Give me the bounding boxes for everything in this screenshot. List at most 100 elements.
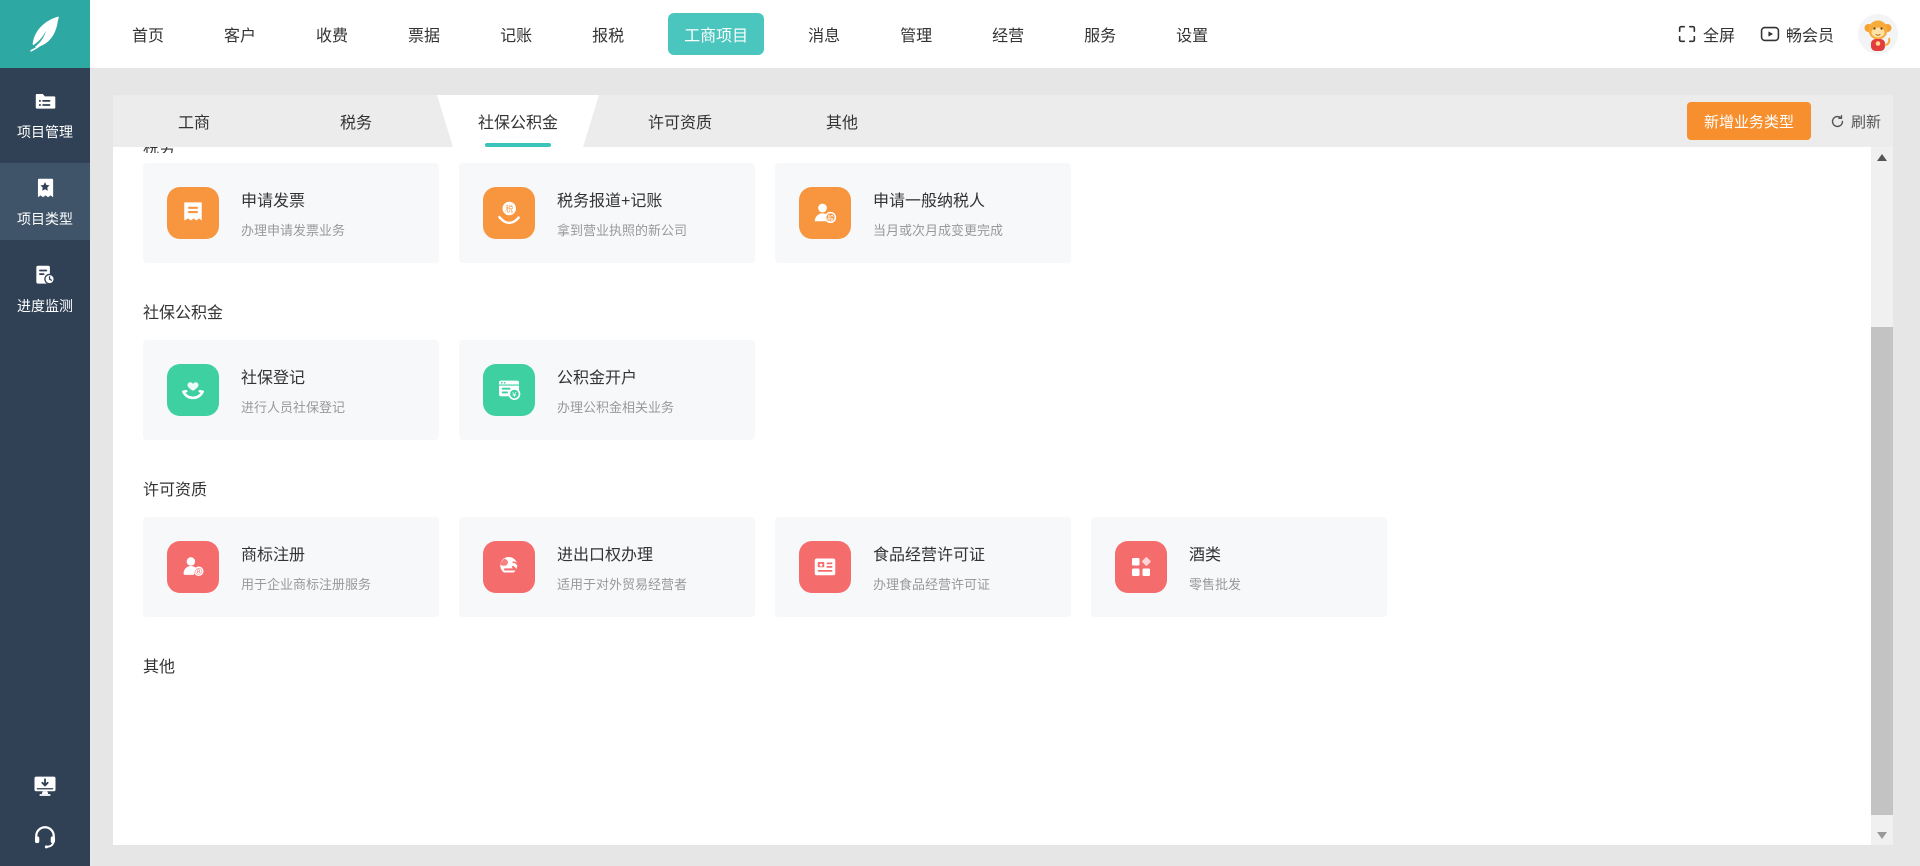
tab[interactable]: 其他	[761, 95, 923, 147]
housing-fund-icon: ¥	[483, 364, 535, 416]
card-title: 申请一般纳税人	[873, 193, 986, 210]
nav-item[interactable]: 服务	[1068, 13, 1132, 55]
fullscreen-button[interactable]: 全屏	[1676, 22, 1735, 46]
svg-text:税: 税	[505, 204, 513, 214]
section: 税务 申请发票 办理申请发票业务 税 税务报道+记账 拿到营业执照的新公司 般 …	[143, 147, 1893, 263]
card-title: 税务报道+记账	[557, 193, 663, 210]
general-taxpayer-icon: 般	[799, 187, 851, 239]
nav-item-label: 管理	[900, 28, 933, 45]
scroll-up-arrow[interactable]	[1871, 147, 1893, 167]
nav-item-label: 票据	[408, 28, 441, 45]
nav-item-label: 消息	[808, 28, 841, 45]
member-label: 畅会员	[1785, 28, 1834, 45]
card-desc: 零售批发	[1189, 577, 1242, 592]
nav-item[interactable]: 报税	[576, 13, 640, 55]
service-card[interactable]: 食品经营许可证 办理食品经营许可证	[775, 517, 1071, 617]
main-nav: 首页 客户 收费 票据 记账 报税 工商项目 消息 管理 经营 服务 设置	[102, 13, 1238, 55]
tab[interactable]: 社保公积金	[437, 95, 599, 147]
member-button[interactable]: 畅会员	[1759, 22, 1834, 46]
service-card[interactable]: ¥ 公积金开户 办理公积金相关业务	[459, 340, 755, 440]
customer-service-icon[interactable]	[31, 822, 59, 850]
app-logo[interactable]	[0, 0, 90, 68]
tab[interactable]: 税务	[275, 95, 437, 147]
nav-item-label: 经营	[992, 28, 1025, 45]
scroll-thumb[interactable]	[1871, 327, 1893, 815]
liquor-icon	[1115, 541, 1167, 593]
nav-item[interactable]: 工商项目	[668, 13, 765, 55]
nav-item-label: 客户	[224, 28, 257, 45]
refresh-icon	[1829, 113, 1846, 130]
card-desc: 拿到营业执照的新公司	[557, 223, 688, 238]
project-type-icon	[32, 175, 58, 201]
client-download-icon[interactable]	[31, 772, 59, 800]
tab[interactable]: 工商	[113, 95, 275, 147]
trademark-icon: ®	[167, 541, 219, 593]
sidebar-bottom-icons	[0, 772, 90, 850]
invoice-icon	[167, 187, 219, 239]
progress-monitor-icon	[32, 262, 58, 288]
section: 许可资质 ® 商标注册 用于企业商标注册服务 进出口权办理 适用于对外贸易经营者…	[143, 476, 1893, 617]
tab-label: 社保公积金	[477, 115, 558, 132]
nav-item[interactable]: 管理	[884, 13, 948, 55]
tab-bar: 工商 税务 社保公积金 许可资质 其他 新增业务类型 刷新	[113, 95, 1893, 147]
tab[interactable]: 许可资质	[599, 95, 761, 147]
tab-label: 税务	[339, 115, 372, 132]
tax-register-icon: 税	[483, 187, 535, 239]
add-business-type-button[interactable]: 新增业务类型	[1686, 102, 1811, 140]
nav-item[interactable]: 设置	[1160, 13, 1224, 55]
refresh-button[interactable]: 刷新	[1829, 111, 1881, 132]
content-panel: 工商税务社保公积金许可资质其他 新增业务类型 刷新 税务 申请发票 办理申请发票…	[113, 95, 1893, 845]
sidebar-item-label: 项目类型	[17, 210, 73, 227]
nav-item-label: 服务	[1084, 28, 1117, 45]
nav-item[interactable]: 经营	[976, 13, 1040, 55]
avatar[interactable]	[1858, 14, 1898, 54]
nav-item-label: 工商项目	[684, 28, 749, 45]
nav-item[interactable]: 首页	[116, 13, 180, 55]
card-desc: 办理食品经营许可证	[873, 577, 991, 592]
service-card[interactable]: 税 税务报道+记账 拿到营业执照的新公司	[459, 163, 755, 263]
card-title: 食品经营许可证	[873, 547, 986, 564]
nav-item[interactable]: 记账	[484, 13, 548, 55]
section-title: 税务	[143, 147, 1893, 153]
service-card[interactable]: 申请发票 办理申请发票业务	[143, 163, 439, 263]
card-title: 进出口权办理	[557, 547, 654, 564]
social-security-icon	[167, 364, 219, 416]
card-title: 公积金开户	[557, 370, 638, 387]
fullscreen-label: 全屏	[1702, 28, 1735, 45]
section-title: 社保公积金	[143, 305, 224, 322]
card-title: 社保登记	[241, 370, 306, 387]
sidebar: 项目管理 项目类型 进度监测	[0, 68, 90, 866]
vertical-scrollbar[interactable]	[1871, 147, 1893, 845]
nav-right-cluster: 全屏 畅会员	[1676, 14, 1898, 54]
card-desc: 用于企业商标注册服务	[241, 577, 372, 592]
service-card[interactable]: 进出口权办理 适用于对外贸易经营者	[459, 517, 755, 617]
food-license-icon	[799, 541, 851, 593]
nav-item[interactable]: 客户	[208, 13, 272, 55]
nav-item[interactable]: 消息	[792, 13, 856, 55]
import-export-icon	[483, 541, 535, 593]
service-card[interactable]: 酒类 零售批发	[1091, 517, 1387, 617]
refresh-label: 刷新	[1850, 113, 1881, 131]
card-desc: 进行人员社保登记	[241, 400, 346, 415]
card-desc: 办理申请发票业务	[241, 223, 346, 238]
nav-item[interactable]: 收费	[300, 13, 364, 55]
card-title: 申请发票	[241, 193, 306, 210]
service-card[interactable]: ® 商标注册 用于企业商标注册服务	[143, 517, 439, 617]
play-circle-icon	[1759, 23, 1781, 45]
tabs: 工商 税务 社保公积金 许可资质 其他	[113, 95, 923, 147]
nav-item-label: 首页	[132, 28, 165, 45]
scroll-down-arrow[interactable]	[1871, 825, 1893, 845]
sidebar-item[interactable]: 进度监测	[0, 250, 90, 327]
service-card[interactable]: 社保登记 进行人员社保登记	[143, 340, 439, 440]
section: 社保公积金 社保登记 进行人员社保登记 ¥ 公积金开户 办理公积金相关业务	[143, 299, 1893, 440]
nav-item[interactable]: 票据	[392, 13, 456, 55]
svg-text:®: ®	[195, 567, 202, 577]
service-card[interactable]: 般 申请一般纳税人 当月或次月成变更完成	[775, 163, 1071, 263]
card-desc: 当月或次月成变更完成	[873, 223, 1004, 238]
tab-label: 许可资质	[647, 115, 712, 132]
sidebar-item[interactable]: 项目管理	[0, 76, 90, 153]
tab-actions: 新增业务类型 刷新	[1686, 95, 1881, 147]
card-grid: 社保登记 进行人员社保登记 ¥ 公积金开户 办理公积金相关业务	[143, 340, 1893, 440]
sidebar-item[interactable]: 项目类型	[0, 163, 90, 240]
fullscreen-icon	[1676, 23, 1698, 45]
